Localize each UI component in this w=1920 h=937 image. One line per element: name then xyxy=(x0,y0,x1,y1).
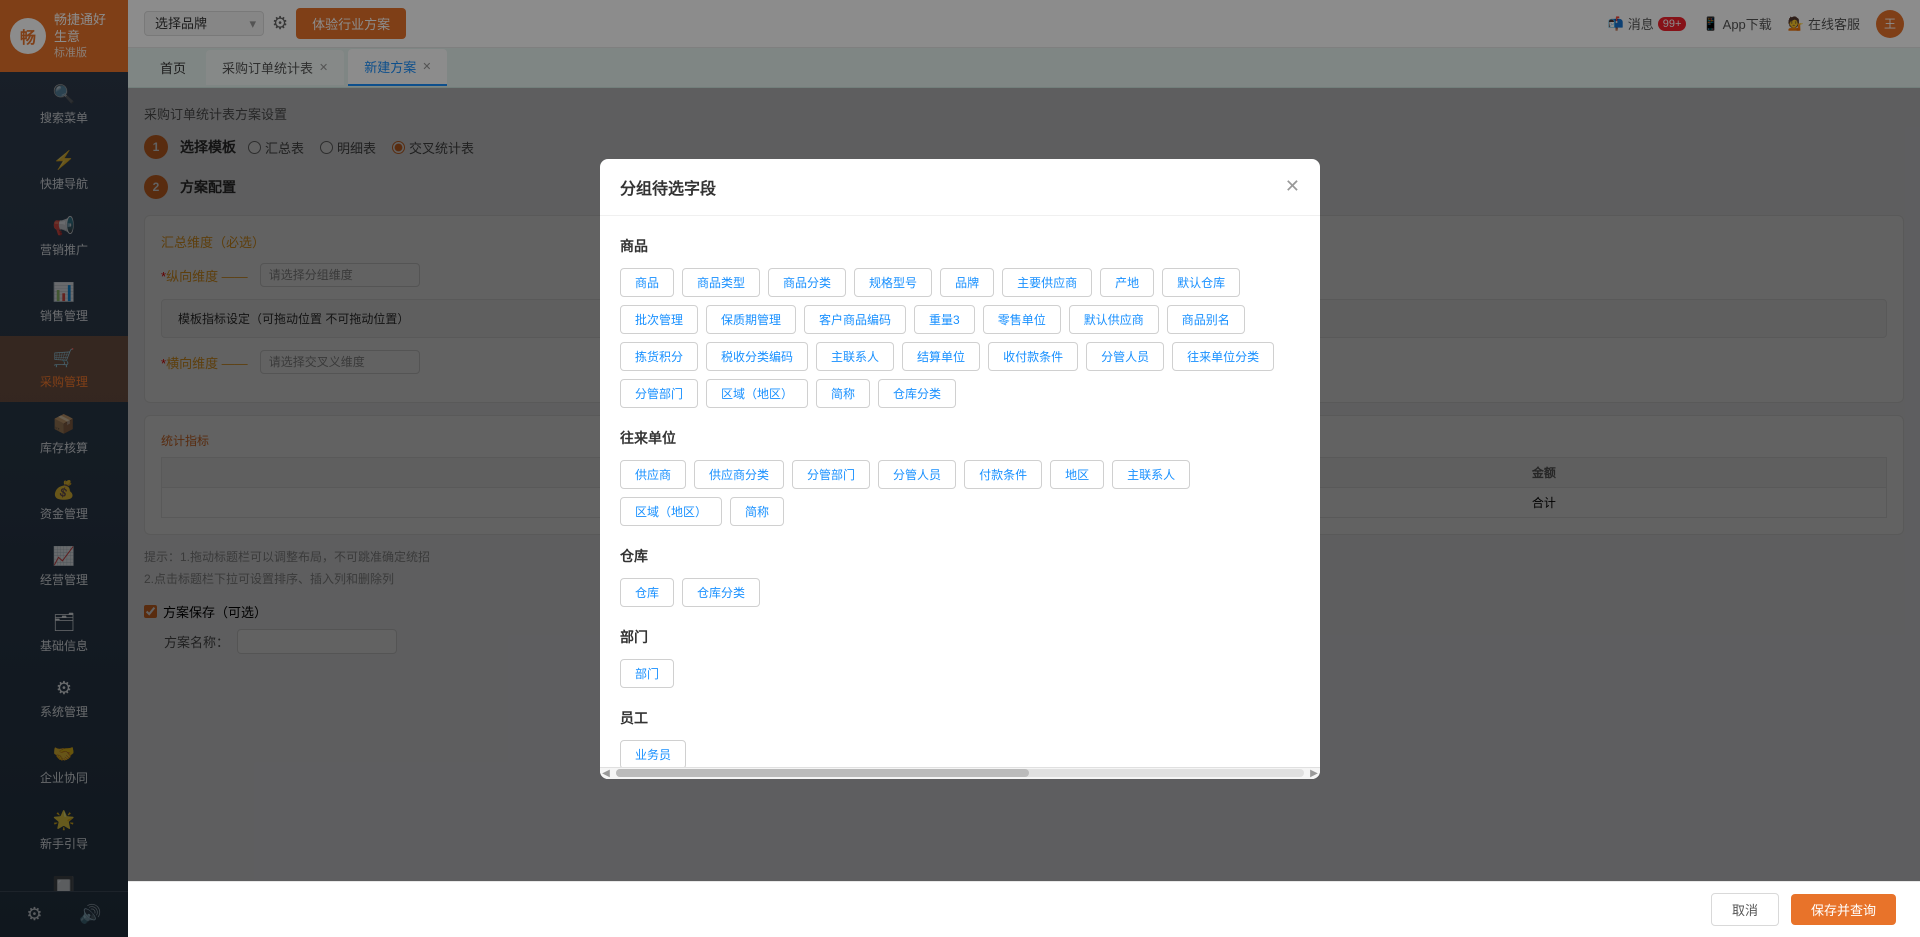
field-tag[interactable]: 税收分类编码 xyxy=(706,342,808,371)
modal-backdrop: 分组待选字段 ✕ 商品 商品 商品类型 商品分类 规格型号 品牌 主要供应商 产… xyxy=(0,0,1920,937)
field-tag[interactable]: 主要供应商 xyxy=(1002,268,1092,297)
field-select-modal: 分组待选字段 ✕ 商品 商品 商品类型 商品分类 规格型号 品牌 主要供应商 产… xyxy=(600,159,1320,779)
department-field-tags: 部门 xyxy=(620,659,1300,688)
field-tag[interactable]: 简称 xyxy=(730,497,784,526)
partner-section-title: 往来单位 xyxy=(620,428,1300,448)
employee-field-tags: 业务员 xyxy=(620,740,1300,767)
field-tag[interactable]: 商品类型 xyxy=(682,268,760,297)
product-section-title: 商品 xyxy=(620,236,1300,256)
modal-horizontal-scrollbar[interactable]: ◀ ▶ xyxy=(600,767,1320,779)
field-tag[interactable]: 拣货积分 xyxy=(620,342,698,371)
field-tag[interactable]: 商品分类 xyxy=(768,268,846,297)
field-tag[interactable]: 规格型号 xyxy=(854,268,932,297)
field-tag[interactable]: 分管人员 xyxy=(878,460,956,489)
field-tag[interactable]: 分管人员 xyxy=(1086,342,1164,371)
field-tag[interactable]: 仓库分类 xyxy=(878,379,956,408)
field-tag[interactable]: 供应商分类 xyxy=(694,460,784,489)
product-section: 商品 商品 商品类型 商品分类 规格型号 品牌 主要供应商 产地 默认仓库 批次… xyxy=(620,236,1300,408)
field-tag[interactable]: 商品 xyxy=(620,268,674,297)
field-tag[interactable]: 产地 xyxy=(1100,268,1154,297)
field-tag[interactable]: 仓库分类 xyxy=(682,578,760,607)
partner-section: 往来单位 供应商 供应商分类 分管部门 分管人员 付款条件 地区 主联系人 区域… xyxy=(620,428,1300,526)
partner-field-tags: 供应商 供应商分类 分管部门 分管人员 付款条件 地区 主联系人 区域（地区） … xyxy=(620,460,1300,526)
department-section: 部门 部门 xyxy=(620,627,1300,688)
modal-title: 分组待选字段 xyxy=(620,175,716,199)
modal-close-icon[interactable]: ✕ xyxy=(1285,176,1300,197)
product-field-tags: 商品 商品类型 商品分类 规格型号 品牌 主要供应商 产地 默认仓库 批次管理 … xyxy=(620,268,1300,408)
field-tag[interactable]: 批次管理 xyxy=(620,305,698,334)
field-tag[interactable]: 品牌 xyxy=(940,268,994,297)
field-tag[interactable]: 付款条件 xyxy=(964,460,1042,489)
field-tag[interactable]: 部门 xyxy=(620,659,674,688)
field-tag[interactable]: 区域（地区） xyxy=(706,379,808,408)
field-tag[interactable]: 客户商品编码 xyxy=(804,305,906,334)
field-tag[interactable]: 重量3 xyxy=(914,305,975,334)
field-tag[interactable]: 区域（地区） xyxy=(620,497,722,526)
field-tag[interactable]: 默认供应商 xyxy=(1069,305,1159,334)
employee-section: 员工 业务员 xyxy=(620,708,1300,767)
department-section-title: 部门 xyxy=(620,627,1300,647)
scrollbar-thumb[interactable] xyxy=(616,769,1029,777)
field-tag[interactable]: 往来单位分类 xyxy=(1172,342,1274,371)
warehouse-section: 仓库 仓库 仓库分类 xyxy=(620,546,1300,607)
field-tag[interactable]: 地区 xyxy=(1050,460,1104,489)
save-query-button[interactable]: 保存并查询 xyxy=(1791,894,1896,925)
warehouse-field-tags: 仓库 仓库分类 xyxy=(620,578,1300,607)
scroll-right-icon[interactable]: ▶ xyxy=(1308,768,1320,779)
field-tag[interactable]: 主联系人 xyxy=(1112,460,1190,489)
cancel-button[interactable]: 取消 xyxy=(1711,893,1779,926)
scrollbar-track[interactable] xyxy=(616,769,1304,777)
scroll-left-icon[interactable]: ◀ xyxy=(600,768,612,779)
field-tag[interactable]: 收付款条件 xyxy=(988,342,1078,371)
modal-body: 商品 商品 商品类型 商品分类 规格型号 品牌 主要供应商 产地 默认仓库 批次… xyxy=(600,216,1320,767)
field-tag[interactable]: 默认仓库 xyxy=(1162,268,1240,297)
field-tag[interactable]: 主联系人 xyxy=(816,342,894,371)
field-tag[interactable]: 仓库 xyxy=(620,578,674,607)
field-tag[interactable]: 保质期管理 xyxy=(706,305,796,334)
modal-header: 分组待选字段 ✕ xyxy=(600,159,1320,216)
field-tag[interactable]: 分管部门 xyxy=(792,460,870,489)
field-tag[interactable]: 结算单位 xyxy=(902,342,980,371)
field-tag[interactable]: 商品别名 xyxy=(1167,305,1245,334)
employee-section-title: 员工 xyxy=(620,708,1300,728)
field-tag[interactable]: 供应商 xyxy=(620,460,686,489)
page-footer: 取消 保存并查询 xyxy=(128,881,1920,937)
field-tag[interactable]: 零售单位 xyxy=(983,305,1061,334)
field-tag[interactable]: 业务员 xyxy=(620,740,686,767)
field-tag[interactable]: 简称 xyxy=(816,379,870,408)
warehouse-section-title: 仓库 xyxy=(620,546,1300,566)
field-tag[interactable]: 分管部门 xyxy=(620,379,698,408)
